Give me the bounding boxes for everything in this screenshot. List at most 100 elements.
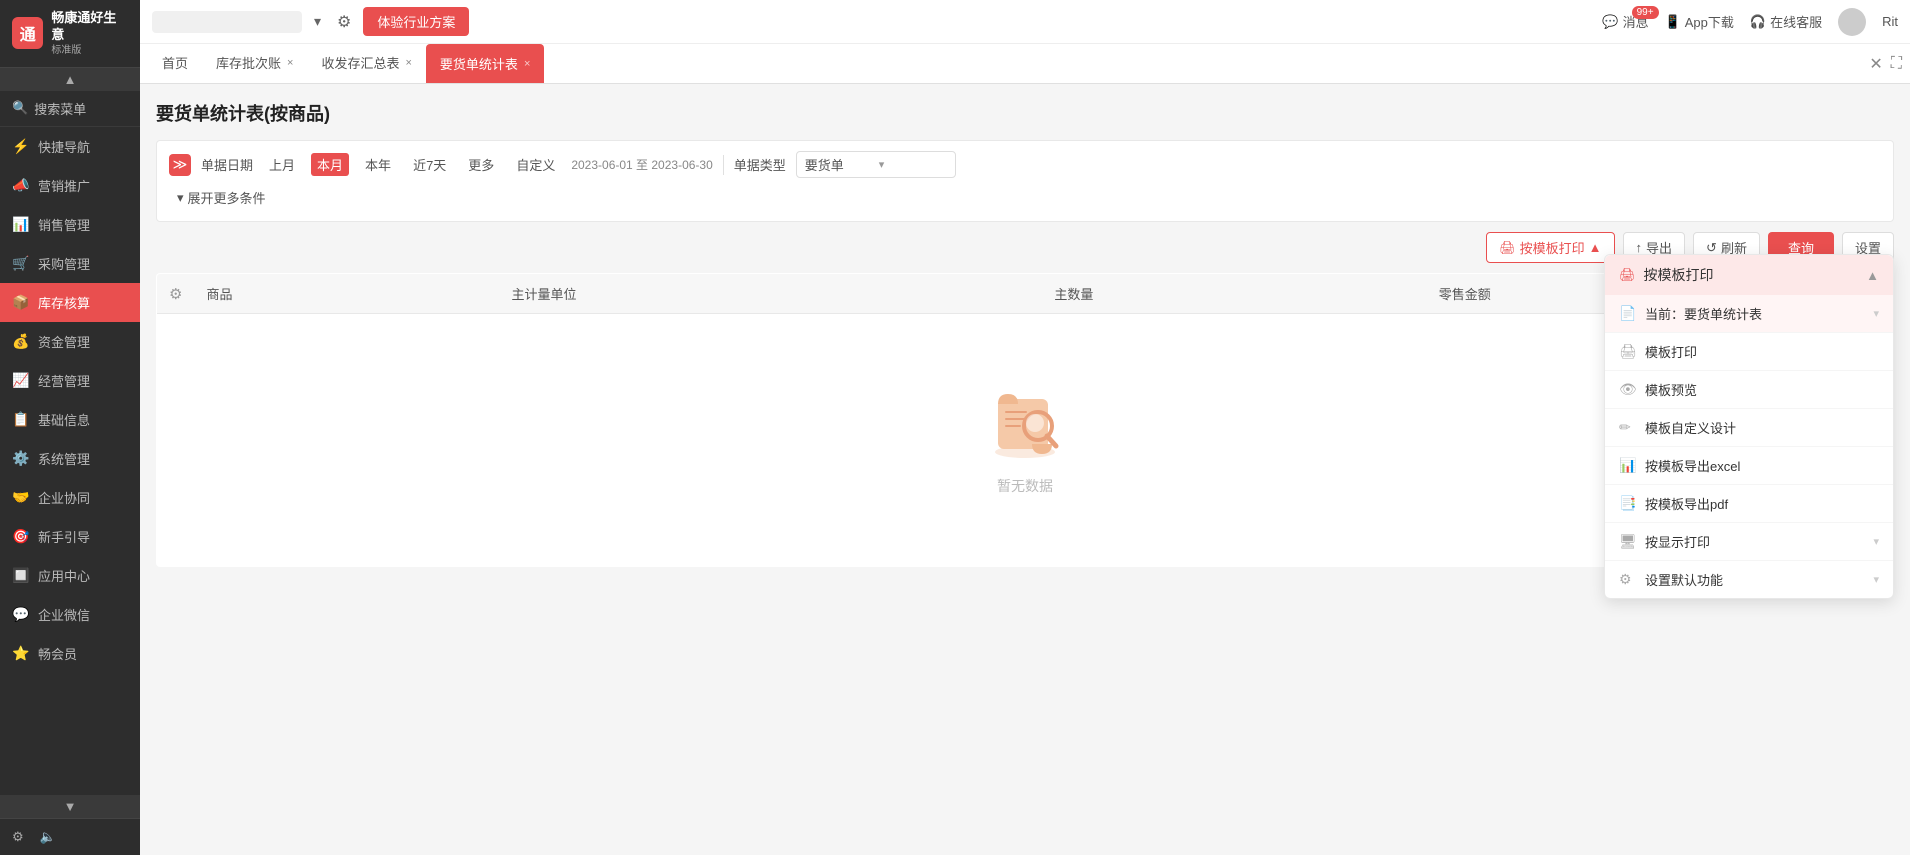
tab-inventory-batch-close[interactable]: ×: [287, 57, 293, 69]
sidebar-scroll-up[interactable]: ▲: [0, 68, 140, 91]
tabs-bar: 首页 库存批次账 × 收发存汇总表 × 要货单统计表 × ✕ ⛶: [140, 44, 1910, 84]
filter-bar: ≫ 单据日期 上月 本月 本年 近7天 更多 自定义 2023-06-01 至 …: [156, 140, 1894, 222]
tab-receipt-summary-close[interactable]: ×: [405, 57, 411, 69]
settings-icon[interactable]: ⚙: [12, 829, 24, 845]
date-btn-last-month[interactable]: 上月: [263, 153, 301, 176]
col-quantity: 主数量: [1042, 274, 1426, 314]
type-filter-value: 要货单: [805, 155, 873, 174]
sidebar-item-sales[interactable]: 📊 销售管理: [0, 205, 140, 244]
chevron-up-icon[interactable]: ▲: [1866, 268, 1879, 283]
sidebar-item-finance[interactable]: 💰 资金管理: [0, 322, 140, 361]
customer-service-btn[interactable]: 🎧 在线客服: [1750, 12, 1822, 31]
sidebar-bottom: ⚙ 🔈: [0, 818, 140, 855]
sidebar-item-quick-nav[interactable]: ⚡ 快捷导航: [0, 127, 140, 166]
sidebar-item-marketing[interactable]: 📣 营销推广: [0, 166, 140, 205]
document-icon: 📄: [1619, 305, 1637, 322]
date-btn-current-month[interactable]: 本月: [311, 153, 349, 176]
sidebar-item-operation[interactable]: 📈 经营管理: [0, 361, 140, 400]
sidebar-scroll-down[interactable]: ▼: [0, 795, 140, 818]
dropdown-current-template[interactable]: 📄 当前：要货单统计表 ▾: [1605, 295, 1893, 333]
tab-order-stats-close[interactable]: ×: [524, 58, 530, 70]
newbie-icon: 🎯: [12, 527, 30, 545]
default-icon: ⚙: [1619, 571, 1637, 588]
tab-maximize-button[interactable]: ⛶: [1891, 55, 1902, 73]
col-unit: 主计量单位: [500, 274, 1043, 314]
sidebar-item-apps[interactable]: 🔲 应用中心: [0, 556, 140, 595]
dropdown-template-excel[interactable]: 📊 按模板导出excel: [1605, 447, 1893, 485]
chevron-down-icon: ▾: [177, 190, 184, 206]
basic-icon: 📋: [12, 410, 30, 428]
date-btn-more[interactable]: 更多: [462, 153, 500, 176]
operation-icon: 📈: [12, 371, 30, 389]
dropdown-template-custom[interactable]: ✏ 模板自定义设计: [1605, 409, 1893, 447]
sidebar-item-system[interactable]: ⚙️ 系统管理: [0, 439, 140, 478]
app-name: 畅康通好生意: [51, 10, 128, 44]
dropdown-template-pdf[interactable]: 📑 按模板导出pdf: [1605, 485, 1893, 523]
sidebar-logo: 通 畅康通好生意 标准版: [0, 0, 140, 68]
tab-home-label: 首页: [162, 53, 188, 72]
nav-search-input[interactable]: [152, 11, 302, 33]
nav-dropdown-button[interactable]: ▾: [310, 9, 325, 34]
tab-home[interactable]: 首页: [148, 44, 202, 83]
sidebar-item-member[interactable]: ⭐ 畅会员: [0, 634, 140, 673]
filter-row: ≫ 单据日期 上月 本月 本年 近7天 更多 自定义 2023-06-01 至 …: [169, 151, 1881, 178]
collab-icon: 🤝: [12, 488, 30, 506]
dropdown-header: 🖨 按模板打印 ▲: [1605, 255, 1893, 295]
sidebar-item-label: 快捷导航: [38, 137, 90, 156]
col-product: 商品: [194, 274, 499, 314]
design-icon: ✏: [1619, 419, 1637, 436]
sidebar-search[interactable]: 🔍 搜索菜单: [0, 91, 140, 127]
print-dropdown: 🖨 按模板打印 ▲ 📄 当前：要货单统计表 ▾ 🖨 模板打印 👁 模板预览 ✏ …: [1604, 254, 1894, 599]
sound-icon[interactable]: 🔈: [40, 829, 56, 845]
topbar-right: 💬 消息 99+ 📱 App下载 🎧 在线客服 Rit: [1602, 8, 1898, 36]
tab-close-all-button[interactable]: ✕: [1869, 54, 1882, 74]
sidebar: 通 畅康通好生意 标准版 ▲ 🔍 搜索菜单 ⚡ 快捷导航 📣 营销推广 📊 销售…: [0, 0, 140, 855]
tab-receipt-summary[interactable]: 收发存汇总表 ×: [307, 44, 425, 83]
finance-icon: 💰: [12, 332, 30, 350]
tab-order-stats[interactable]: 要货单统计表 ×: [426, 44, 544, 83]
dropdown-template-print[interactable]: 🖨 模板打印: [1605, 333, 1893, 371]
dropdown-default-func[interactable]: ⚙ 设置默认功能 ▾: [1605, 561, 1893, 598]
sidebar-item-label: 畅会员: [38, 644, 77, 663]
dropdown-item-label: 模板打印: [1645, 342, 1697, 361]
preview-icon: 👁: [1619, 381, 1637, 398]
avatar: [1838, 8, 1866, 36]
sidebar-item-label: 企业微信: [38, 605, 90, 624]
dropdown-template-preview[interactable]: 👁 模板预览: [1605, 371, 1893, 409]
sidebar-item-purchase[interactable]: 🛒 采购管理: [0, 244, 140, 283]
tab-inventory-batch-label: 库存批次账: [216, 53, 281, 72]
sidebar-item-basic[interactable]: 📋 基础信息: [0, 400, 140, 439]
app-version: 标准版: [51, 44, 128, 57]
print-label: 按模板打印: [1520, 238, 1585, 257]
sidebar-item-inventory[interactable]: 📦 库存核算: [0, 283, 140, 322]
print-button[interactable]: 🖨 按模板打印 ▲: [1486, 232, 1614, 263]
sidebar-item-wechat[interactable]: 💬 企业微信: [0, 595, 140, 634]
app-download-btn[interactable]: 📱 App下载: [1665, 12, 1734, 31]
sidebar-item-collab[interactable]: 🤝 企业协同: [0, 478, 140, 517]
date-btn-last-7-days[interactable]: 近7天: [407, 153, 452, 176]
filter-divider: [723, 155, 724, 175]
filter-toggle-button[interactable]: ≫: [169, 154, 191, 176]
messages-btn[interactable]: 💬 消息 99+: [1602, 12, 1648, 31]
chevron-down-icon: ▾: [879, 158, 947, 171]
date-btn-custom[interactable]: 自定义: [510, 153, 561, 176]
sidebar-item-newbie[interactable]: 🎯 新手引导: [0, 517, 140, 556]
system-icon: ⚙️: [12, 449, 30, 467]
quick-nav-icon: ⚡: [12, 137, 30, 155]
message-icon: 💬: [1602, 14, 1618, 30]
industry-btn[interactable]: 体验行业方案: [363, 7, 469, 36]
tab-order-stats-label: 要货单统计表: [440, 54, 518, 73]
dropdown-display-print[interactable]: 🖥 按显示打印 ▾: [1605, 523, 1893, 561]
dropdown-item-label: 按显示打印: [1645, 532, 1710, 551]
date-btn-current-year[interactable]: 本年: [359, 153, 397, 176]
apps-icon: 🔲: [12, 566, 30, 584]
expand-more-button[interactable]: ▾ 展开更多条件: [169, 184, 1881, 211]
tab-receipt-summary-label: 收发存汇总表: [321, 53, 399, 72]
table-gear-button[interactable]: ⚙: [169, 285, 182, 303]
topbar-gear-button[interactable]: ⚙: [333, 8, 355, 36]
dropdown-item-label: 设置默认功能: [1645, 570, 1723, 589]
page-title: 要货单统计表(按商品): [156, 100, 1894, 126]
tab-inventory-batch[interactable]: 库存批次账 ×: [202, 44, 307, 83]
type-filter-select[interactable]: 要货单 ▾: [796, 151, 956, 178]
sidebar-item-label: 基础信息: [38, 410, 90, 429]
